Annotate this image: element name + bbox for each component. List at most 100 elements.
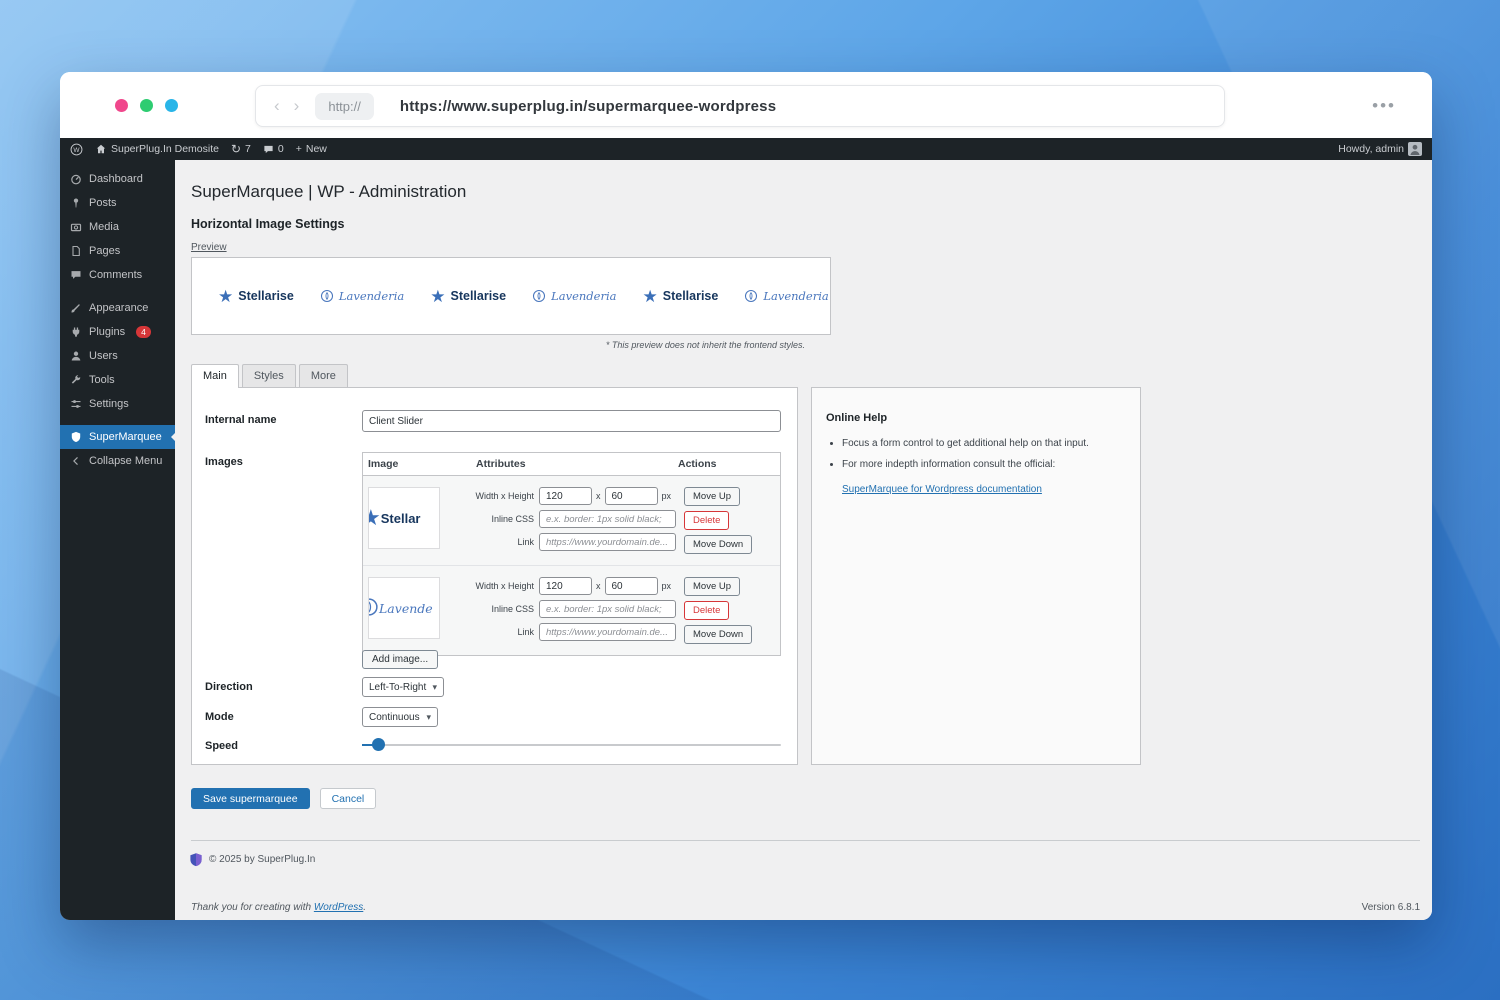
cancel-button[interactable]: Cancel bbox=[319, 788, 377, 809]
inline-css-input[interactable] bbox=[539, 510, 676, 528]
sidebar-item-label: Pages bbox=[89, 245, 121, 257]
link-label: Link bbox=[517, 537, 534, 547]
collapse-arrow-icon bbox=[69, 455, 82, 467]
dashboard-icon bbox=[69, 173, 82, 185]
add-image-button[interactable]: Add image... bbox=[362, 650, 439, 669]
brand-label: Stellarise bbox=[662, 289, 719, 303]
updates-count: 7 bbox=[245, 143, 251, 155]
browser-chrome: ‹ › http:// https://www.superplug.in/supe… bbox=[60, 72, 1432, 138]
direction-select[interactable]: Left-To-Right ▾ bbox=[362, 677, 444, 697]
internal-name-input[interactable] bbox=[362, 410, 781, 432]
lavenderia-logo-icon bbox=[532, 289, 546, 303]
lavenderia-logo-icon bbox=[369, 597, 379, 620]
url-text[interactable]: https://www.superplug.in/supermarquee-wo… bbox=[400, 98, 776, 115]
sidebar-item-label: Tools bbox=[89, 374, 115, 386]
direction-label: Direction bbox=[205, 681, 253, 693]
link-input[interactable] bbox=[539, 623, 676, 641]
width-input[interactable] bbox=[539, 577, 592, 595]
sidebar-item-label: Plugins bbox=[89, 326, 126, 338]
back-icon[interactable]: ‹ bbox=[274, 96, 280, 116]
sidebar-item-dashboard[interactable]: Dashboard bbox=[60, 167, 175, 191]
online-help-list: Focus a form control to get additional h… bbox=[842, 437, 1140, 471]
admin-sidebar: Dashboard Posts Media Pages Comments App… bbox=[60, 160, 175, 920]
mode-select[interactable]: Continuous ▾ bbox=[362, 707, 438, 727]
thumbnail-text: Stellar bbox=[380, 510, 421, 526]
help-item: Focus a form control to get additional h… bbox=[842, 437, 1140, 451]
sidebar-item-posts[interactable]: Posts bbox=[60, 191, 175, 215]
section-title: Horizontal Image Settings bbox=[191, 217, 345, 231]
save-supermarquee-button[interactable]: Save supermarquee bbox=[191, 788, 310, 809]
row-actions: Move Up Delete Move Down bbox=[684, 577, 753, 649]
move-up-button[interactable]: Move Up bbox=[684, 487, 741, 506]
address-bar[interactable]: ‹ › http:// https://www.superplug.in/supe… bbox=[255, 85, 1225, 127]
marquee-brand-stellarise: ★ Stellarise bbox=[643, 288, 719, 305]
preview-link[interactable]: Preview bbox=[191, 242, 227, 253]
sidebar-item-users[interactable]: Users bbox=[60, 344, 175, 368]
image-thumbnail[interactable]: Lavende bbox=[368, 577, 440, 639]
inline-css-input[interactable] bbox=[539, 600, 676, 618]
sidebar-item-label: Posts bbox=[89, 197, 117, 209]
px-unit-label: px bbox=[661, 491, 672, 501]
preview-note: * This preview does not inherit the fron… bbox=[605, 340, 805, 350]
marquee-brand-lavenderia: Lavenderia bbox=[320, 289, 404, 303]
move-up-button[interactable]: Move Up bbox=[684, 577, 741, 596]
documentation-link[interactable]: SuperMarquee for Wordpress documentation bbox=[842, 484, 1042, 495]
tab-styles[interactable]: Styles bbox=[241, 364, 296, 387]
sidebar-item-collapse-menu[interactable]: Collapse Menu bbox=[60, 449, 175, 473]
speed-slider[interactable] bbox=[362, 738, 781, 752]
wordpress-link[interactable]: WordPress bbox=[314, 902, 363, 913]
star-icon: ★ bbox=[369, 505, 381, 531]
sidebar-item-comments[interactable]: Comments bbox=[60, 263, 175, 287]
link-input[interactable] bbox=[539, 533, 676, 551]
howdy-account-menu[interactable]: Howdy, admin bbox=[1338, 142, 1422, 156]
marquee-brand-stellarise: ★ Stellarise bbox=[430, 288, 506, 305]
sidebar-item-plugins[interactable]: Plugins 4 bbox=[60, 320, 175, 344]
home-icon bbox=[96, 144, 106, 154]
camera-icon bbox=[69, 221, 82, 233]
marquee-preview-box: ★ Stellarise Lavenderia ★ Stellarise Lav… bbox=[191, 257, 831, 335]
wordpress-logo-icon[interactable]: W bbox=[70, 143, 83, 156]
lavenderia-logo-icon bbox=[744, 289, 758, 303]
sidebar-item-appearance[interactable]: Appearance bbox=[60, 296, 175, 320]
slider-thumb[interactable] bbox=[372, 738, 385, 751]
tab-main[interactable]: Main bbox=[191, 364, 239, 388]
height-input[interactable] bbox=[604, 577, 658, 595]
image-thumbnail[interactable]: ★ Stellar bbox=[368, 487, 440, 549]
updates-indicator[interactable]: ↻ 7 bbox=[231, 143, 251, 155]
delete-button[interactable]: Delete bbox=[684, 511, 730, 530]
width-input[interactable] bbox=[539, 487, 592, 505]
browser-menu-icon[interactable]: ••• bbox=[1372, 96, 1396, 116]
sidebar-item-settings[interactable]: Settings bbox=[60, 392, 175, 416]
tab-more[interactable]: More bbox=[298, 364, 348, 387]
sidebar-item-tools[interactable]: Tools bbox=[60, 368, 175, 392]
brush-icon bbox=[69, 302, 82, 314]
copyright-text: © 2025 by SuperPlug.In bbox=[209, 854, 316, 865]
brand-label: Lavenderia bbox=[551, 289, 617, 303]
delete-button[interactable]: Delete bbox=[684, 601, 730, 620]
forward-icon[interactable]: › bbox=[294, 96, 300, 116]
minimize-window-button[interactable] bbox=[140, 99, 153, 112]
sidebar-item-media[interactable]: Media bbox=[60, 215, 175, 239]
online-help-panel: Online Help Focus a form control to get … bbox=[811, 387, 1141, 765]
sidebar-item-label: SuperMarquee bbox=[89, 431, 162, 443]
slider-track[interactable] bbox=[362, 744, 781, 746]
plugin-footer: © 2025 by SuperPlug.In bbox=[189, 852, 1432, 867]
sliders-icon bbox=[69, 398, 82, 410]
height-input[interactable] bbox=[604, 487, 658, 505]
link-label: Link bbox=[517, 627, 534, 637]
sidebar-item-pages[interactable]: Pages bbox=[60, 239, 175, 263]
sidebar-item-supermarquee[interactable]: SuperMarquee bbox=[60, 425, 175, 449]
move-down-button[interactable]: Move Down bbox=[684, 625, 753, 644]
times-label: x bbox=[596, 491, 601, 501]
star-icon: ★ bbox=[218, 286, 234, 306]
site-link[interactable]: SuperPlug.In Demosite bbox=[95, 143, 219, 155]
comments-indicator[interactable]: 0 bbox=[263, 143, 284, 155]
new-content-button[interactable]: + New bbox=[296, 143, 327, 155]
wp-admin-bar: W SuperPlug.In Demosite ↻ 7 0 + New Howd… bbox=[60, 138, 1432, 160]
close-window-button[interactable] bbox=[115, 99, 128, 112]
inline-css-label: Inline CSS bbox=[491, 604, 534, 614]
internal-name-label: Internal name bbox=[205, 414, 277, 426]
maximize-window-button[interactable] bbox=[165, 99, 178, 112]
move-down-button[interactable]: Move Down bbox=[684, 535, 753, 554]
thanks-text: Thank you for creating with WordPress. bbox=[191, 902, 366, 913]
